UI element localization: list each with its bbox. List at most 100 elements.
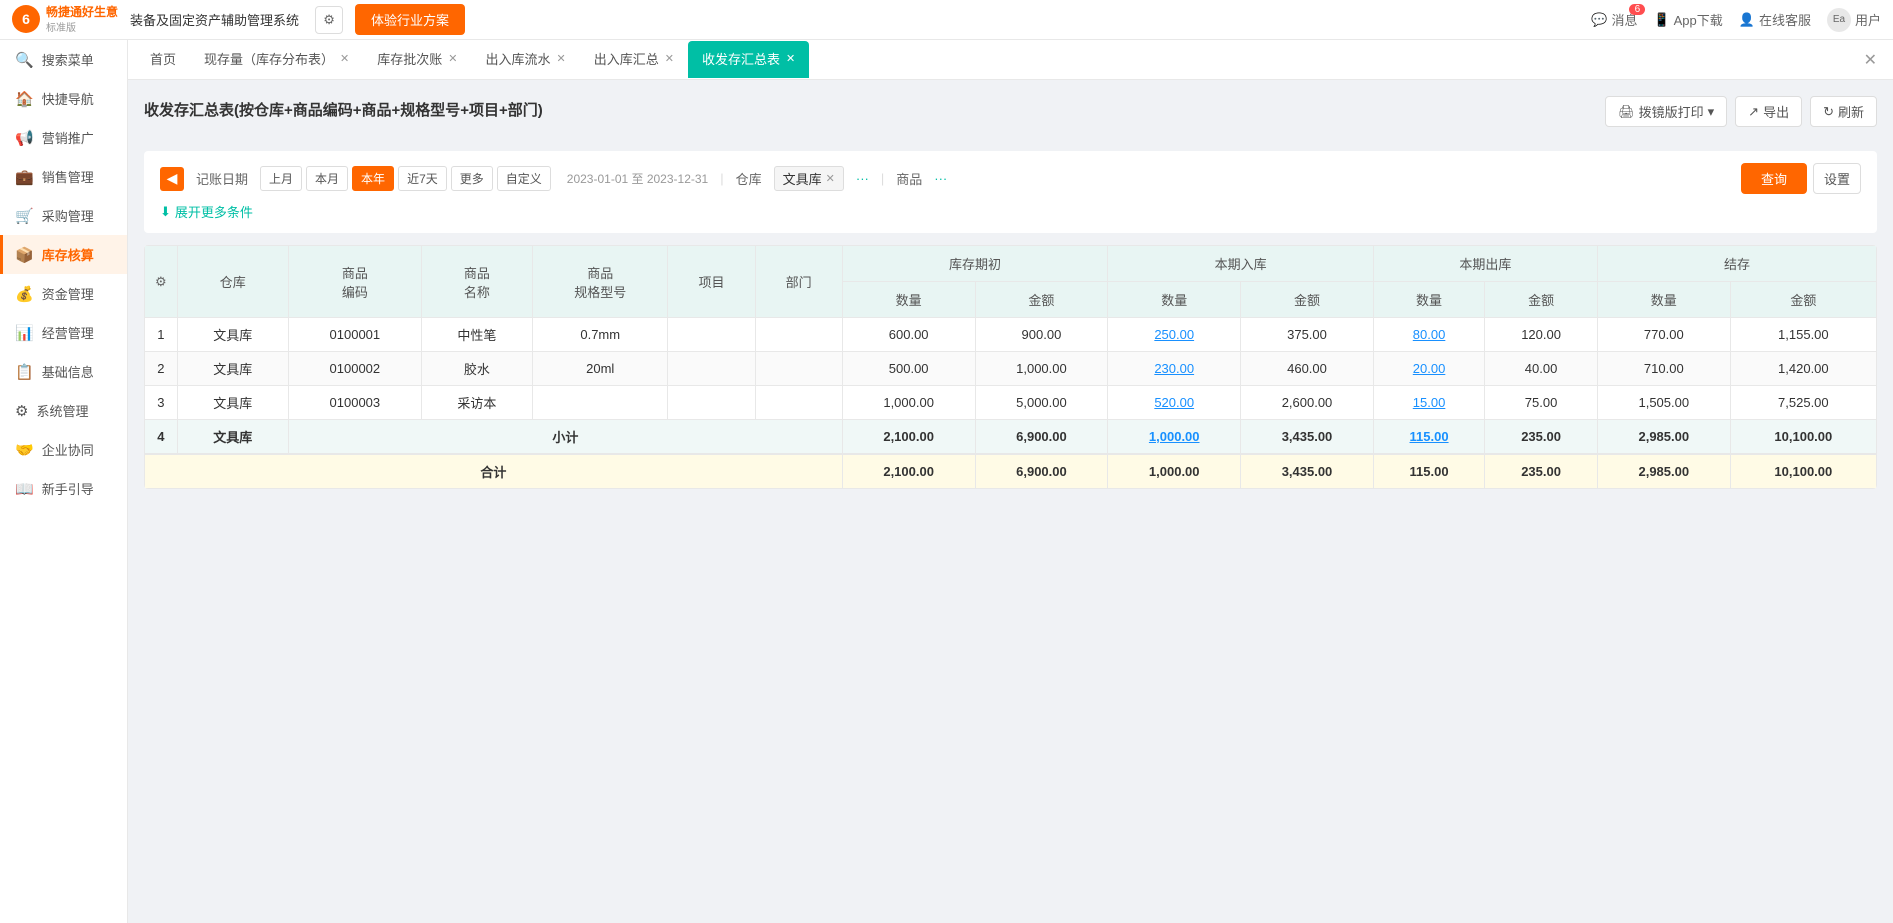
sidebar-item-sales[interactable]: 💼 销售管理 xyxy=(0,157,127,196)
query-btn[interactable]: 查询 xyxy=(1741,163,1807,194)
date-btn-custom[interactable]: 自定义 xyxy=(497,166,551,191)
tab-home[interactable]: 首页 xyxy=(136,41,190,78)
date-btn-more[interactable]: 更多 xyxy=(451,166,493,191)
row2-bal-amt: 1,420.00 xyxy=(1730,352,1876,386)
warehouse-more-btn[interactable]: ··· xyxy=(856,171,869,186)
row3-out-qty[interactable]: 15.00 xyxy=(1373,386,1484,420)
sidebar-item-operations[interactable]: 📊 经营管理 xyxy=(0,313,127,352)
date-btn-last-month[interactable]: 上月 xyxy=(260,166,302,191)
refresh-btn[interactable]: ↻ 刷新 xyxy=(1810,96,1877,127)
tab-batch-ledger-label: 库存批次账 xyxy=(377,49,442,68)
sidebar-label-basic-info: 基础信息 xyxy=(42,362,94,381)
sidebar-item-guide[interactable]: 📖 新手引导 xyxy=(0,469,127,508)
total-label: 合计 xyxy=(145,454,843,489)
row3-name: 采访本 xyxy=(421,386,532,420)
service-icon: 👤 xyxy=(1739,12,1755,28)
row2-code: 0100002 xyxy=(288,352,421,386)
avatar: Ea xyxy=(1827,8,1851,32)
subtotal-init-amt: 6,900.00 xyxy=(975,420,1108,455)
sidebar-item-purchase[interactable]: 🛒 采购管理 xyxy=(0,196,127,235)
chevron-down-icon: ▾ xyxy=(1708,104,1715,120)
tab-inventory-dist-close[interactable]: ✕ xyxy=(340,52,349,65)
row1-project xyxy=(668,318,755,352)
export-icon: ↗ xyxy=(1748,104,1759,120)
row1-out-qty[interactable]: 80.00 xyxy=(1373,318,1484,352)
total-init-qty: 2,100.00 xyxy=(842,454,975,489)
total-out-qty: 115.00 xyxy=(1373,454,1484,489)
total-out-amt: 235.00 xyxy=(1485,454,1598,489)
date-btn-7days[interactable]: 近7天 xyxy=(398,166,447,191)
table-gear-icon[interactable]: ⚙ xyxy=(155,274,167,290)
sidebar-item-search[interactable]: 🔍 搜索菜单 xyxy=(0,40,127,79)
sidebar-item-system[interactable]: ⚙ 系统管理 xyxy=(0,391,127,430)
row3-in-qty[interactable]: 520.00 xyxy=(1108,386,1241,420)
logo-area: 6 畅捷通好生意 标准版 xyxy=(12,5,118,34)
filter-settings-btn[interactable]: 设置 xyxy=(1813,163,1861,194)
top-bar-mid: ⚙ 体验行业方案 xyxy=(315,4,1591,35)
tab-recv-send-summary[interactable]: 收发存汇总表 ✕ xyxy=(688,41,809,78)
sidebar-item-enterprise[interactable]: 🤝 企业协同 xyxy=(0,430,127,469)
export-btn[interactable]: ↗ 导出 xyxy=(1735,96,1802,127)
col-out-qty-header: 数量 xyxy=(1373,282,1484,318)
tab-in-out-summary-close[interactable]: ✕ xyxy=(665,52,674,65)
date-btn-this-month[interactable]: 本月 xyxy=(306,166,348,191)
tab-bar-close[interactable]: ✕ xyxy=(1856,46,1885,74)
col-out-amt-header: 金额 xyxy=(1485,282,1598,318)
expand-conditions-btn[interactable]: ⬇ 展开更多条件 xyxy=(160,202,253,221)
sidebar-item-finance[interactable]: 💰 资金管理 xyxy=(0,274,127,313)
row3-code: 0100003 xyxy=(288,386,421,420)
tab-recv-send-summary-close[interactable]: ✕ xyxy=(786,52,795,65)
logo-icon: 6 xyxy=(12,5,40,33)
total-in-amt: 3,435.00 xyxy=(1241,454,1374,489)
tab-bar: 首页 现存量（库存分布表） ✕ 库存批次账 ✕ 出入库流水 ✕ 出入库汇总 ✕ xyxy=(128,40,1893,80)
expand-icon: ⬇ xyxy=(160,204,171,220)
col-spec-header: 商品规格型号 xyxy=(533,246,668,318)
sidebar-label-inventory: 库存核算 xyxy=(42,245,94,264)
tab-in-out-summary[interactable]: 出入库汇总 ✕ xyxy=(580,41,688,78)
sidebar-item-basic-info[interactable]: 📋 基础信息 xyxy=(0,352,127,391)
row1-in-qty[interactable]: 250.00 xyxy=(1108,318,1241,352)
tab-batch-ledger-close[interactable]: ✕ xyxy=(448,52,457,65)
subtotal-out-qty[interactable]: 115.00 xyxy=(1373,420,1484,455)
row2-name: 胶水 xyxy=(421,352,532,386)
logo-sub: 标准版 xyxy=(46,19,118,34)
sidebar-item-inventory[interactable]: 📦 库存核算 xyxy=(0,235,127,274)
date-range: 2023-01-01 至 2023-12-31 xyxy=(567,170,708,187)
warehouse-tag: 文具库 ✕ xyxy=(774,166,844,191)
app-download-btn[interactable]: 📱 App下载 xyxy=(1653,10,1722,29)
row2-out-amt: 40.00 xyxy=(1485,352,1598,386)
page-content: 收发存汇总表(按仓库+商品编码+商品+规格型号+项目+部门) 🖨 拨镜版打印 ▾… xyxy=(128,80,1893,923)
online-service-btn[interactable]: 👤 在线客服 xyxy=(1739,10,1811,29)
row1-dept xyxy=(755,318,842,352)
row1-no: 1 xyxy=(145,318,178,352)
row2-in-qty[interactable]: 230.00 xyxy=(1108,352,1241,386)
tab-batch-ledger[interactable]: 库存批次账 ✕ xyxy=(363,41,471,78)
row3-out-amt: 75.00 xyxy=(1485,386,1598,420)
logo-text: 畅捷通好生意 xyxy=(46,5,118,19)
row1-warehouse: 文具库 xyxy=(177,318,288,352)
row2-out-qty[interactable]: 20.00 xyxy=(1373,352,1484,386)
date-btn-this-year[interactable]: 本年 xyxy=(352,166,394,191)
message-btn[interactable]: 💬 消息 6 xyxy=(1591,10,1637,29)
settings-btn[interactable]: ⚙ xyxy=(315,6,343,34)
app-icon: 📱 xyxy=(1653,12,1669,28)
col-bal-qty-header: 数量 xyxy=(1597,282,1730,318)
row3-warehouse: 文具库 xyxy=(177,386,288,420)
goods-more-btn[interactable]: ··· xyxy=(934,171,947,186)
subtotal-in-qty[interactable]: 1,000.00 xyxy=(1108,420,1241,455)
page-title: 收发存汇总表(按仓库+商品编码+商品+规格型号+项目+部门) xyxy=(144,99,543,120)
warehouse-tag-close[interactable]: ✕ xyxy=(826,172,835,185)
tab-inventory-dist[interactable]: 现存量（库存分布表） ✕ xyxy=(190,41,363,78)
filter-collapse-btn[interactable]: ◀ xyxy=(160,167,184,191)
sidebar-item-quick-nav[interactable]: 🏠 快捷导航 xyxy=(0,79,127,118)
sidebar-item-marketing[interactable]: 📢 营销推广 xyxy=(0,118,127,157)
tab-in-out-flow-close[interactable]: ✕ xyxy=(557,52,566,65)
toolbar: 🖨 拨镜版打印 ▾ ↗ 导出 ↻ 刷新 xyxy=(1605,96,1877,127)
trial-btn[interactable]: 体验行业方案 xyxy=(355,4,465,35)
date-filter-label: 记账日期 xyxy=(196,169,248,188)
col-project-header: 项目 xyxy=(668,246,755,318)
user-btn[interactable]: Ea 用户 xyxy=(1827,8,1881,32)
tab-in-out-flow[interactable]: 出入库流水 ✕ xyxy=(471,41,579,78)
subtotal-bal-qty: 2,985.00 xyxy=(1597,420,1730,455)
print-btn[interactable]: 🖨 拨镜版打印 ▾ xyxy=(1605,96,1727,127)
